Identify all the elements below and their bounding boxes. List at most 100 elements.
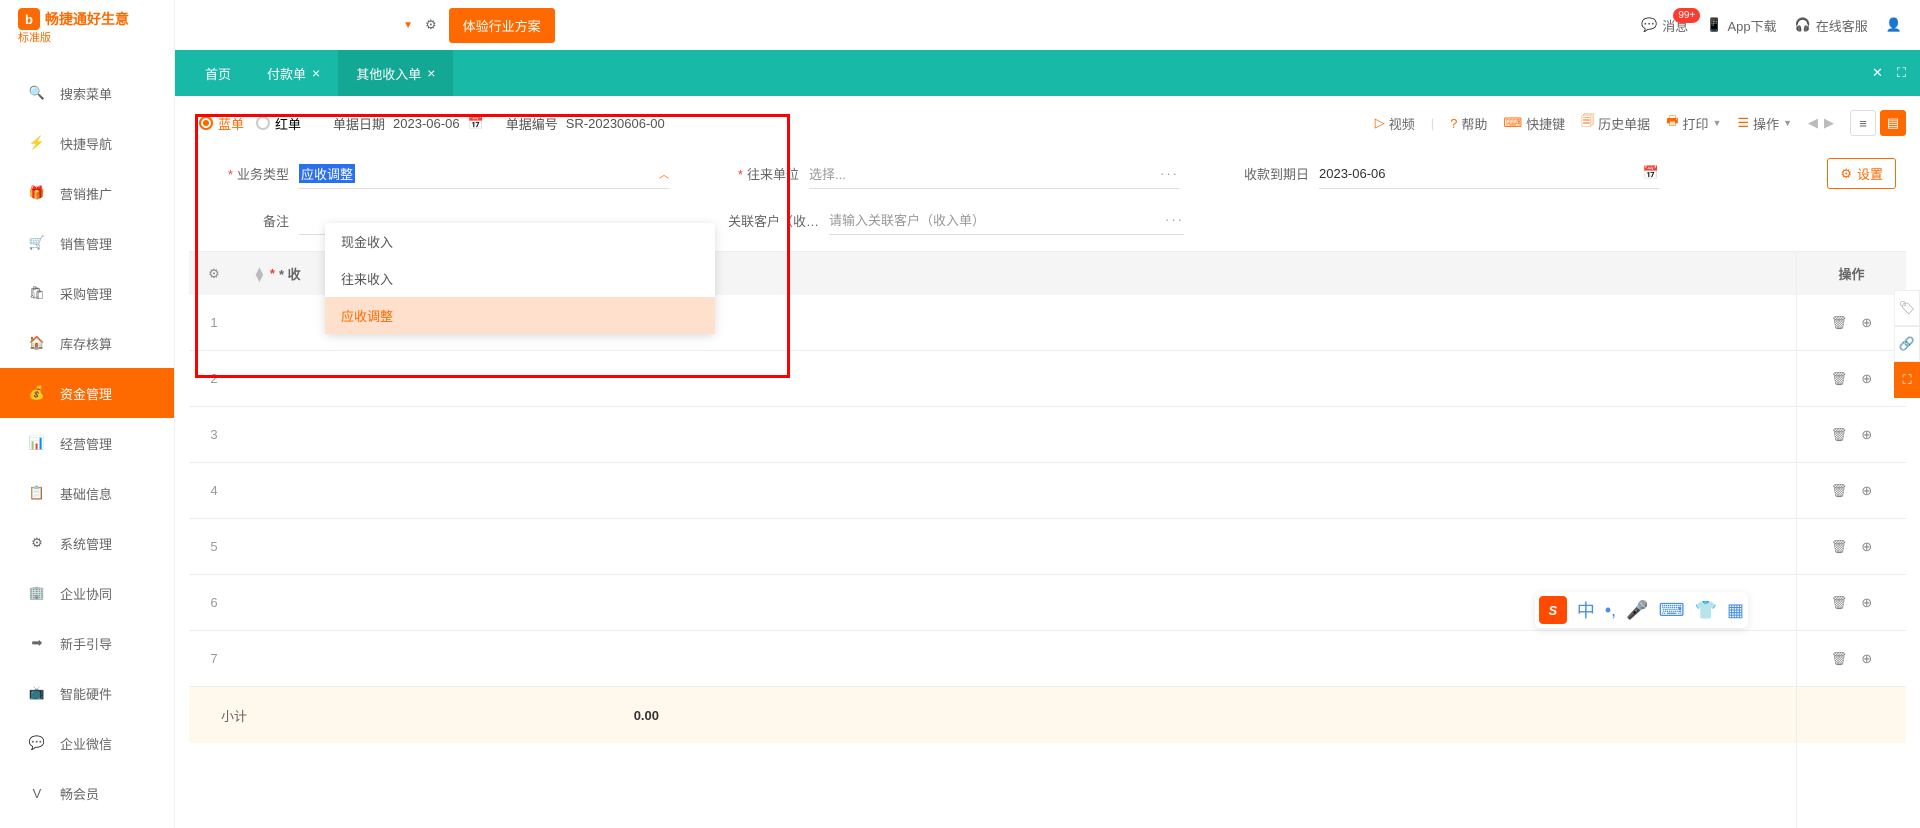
table-row[interactable]: 4 (189, 463, 1796, 519)
dropdown-option-0[interactable]: 现金收入 (325, 223, 715, 260)
ops-row: 🗑⊕ (1797, 519, 1906, 575)
sidebar-item-6[interactable]: 💰资金管理 (0, 368, 174, 418)
copy-icon[interactable]: ⊕ (1861, 483, 1872, 499)
brand-icon: b (18, 8, 40, 30)
sidebar-item-10[interactable]: 🏢企业协同 (0, 568, 174, 618)
prev-arrow[interactable]: ◀ (1808, 115, 1818, 131)
sidebar-item-7[interactable]: 📊经营管理 (0, 418, 174, 468)
nav-label: 快捷导航 (60, 134, 112, 153)
delete-icon[interactable]: 🗑 (1831, 371, 1848, 387)
ime-punct-icon[interactable]: •, (1605, 600, 1616, 621)
sidebar: b 畅捷通好生意 标准版 🔍搜索菜单⚡快捷导航🎁营销推广🛒销售管理🛍采购管理🏠库… (0, 0, 175, 828)
next-arrow[interactable]: ▶ (1824, 115, 1834, 131)
copy-icon[interactable]: ⊕ (1861, 539, 1872, 555)
gear-icon[interactable]: ⚙ (425, 17, 437, 33)
tag-tool[interactable]: 🏷 (1894, 290, 1920, 326)
sidebar-item-12[interactable]: 📺智能硬件 (0, 668, 174, 718)
dropdown-option-1[interactable]: 往来收入 (325, 260, 715, 297)
print-link[interactable]: 🖶打印▼ (1666, 112, 1721, 134)
close-icon[interactable]: × (312, 65, 320, 81)
ops-link[interactable]: ☰操作▼ (1737, 114, 1792, 133)
radio-red[interactable]: 红单 (256, 114, 301, 133)
ime-toolbar: S 中 •, 🎤 ⌨ 👕 ▦ (1535, 592, 1748, 628)
sidebar-item-1[interactable]: ⚡快捷导航 (0, 118, 174, 168)
close-icon[interactable]: × (427, 65, 435, 81)
table-row[interactable]: 7 (189, 631, 1796, 687)
view-form-toggle[interactable]: ▤ (1880, 110, 1906, 136)
more-icon[interactable]: ··· (1165, 212, 1184, 227)
radio-blue[interactable]: 蓝单 (199, 114, 244, 133)
messages-link[interactable]: 💬消息99+ (1641, 16, 1688, 35)
delete-icon[interactable]: 🗑 (1831, 483, 1848, 499)
history-link[interactable]: 🗐历史单据 (1581, 112, 1650, 134)
app-download-link[interactable]: 📱App下载 (1706, 16, 1776, 35)
sidebar-item-3[interactable]: 🛒销售管理 (0, 218, 174, 268)
nav-label: 畅会员 (60, 784, 99, 803)
ime-grid-icon[interactable]: ▦ (1727, 600, 1744, 621)
sidebar-item-5[interactable]: 🏠库存核算 (0, 318, 174, 368)
doc-type-radio-group: 蓝单 红单 (189, 108, 311, 139)
side-tools: 🏷 🔗 ⛶ (1894, 290, 1920, 398)
support-link[interactable]: 🎧在线客服 (1795, 16, 1868, 35)
copy-icon[interactable]: ⊕ (1861, 427, 1872, 443)
copy-icon[interactable]: ⊕ (1861, 371, 1872, 387)
help-link[interactable]: ?帮助 (1450, 114, 1487, 133)
ime-keyboard-icon[interactable]: ⌨ (1659, 600, 1685, 621)
link-tool[interactable]: 🔗 (1894, 326, 1920, 362)
tab-expand-button[interactable]: ⛶ (1897, 65, 1906, 81)
delete-icon[interactable]: 🗑 (1831, 427, 1848, 443)
tab-close-button[interactable]: ✕ (1872, 65, 1883, 81)
table-row[interactable]: 3 (189, 407, 1796, 463)
due-date-input[interactable]: 2023-06-06📅 (1319, 159, 1659, 189)
sidebar-item-0[interactable]: 🔍搜索菜单 (0, 68, 174, 118)
sidebar-item-4[interactable]: 🛍采购管理 (0, 268, 174, 318)
table-row[interactable]: 2 (189, 351, 1796, 407)
table-settings-icon[interactable]: ⚙ (189, 266, 239, 282)
delete-icon[interactable]: 🗑 (1831, 595, 1848, 611)
nav-icon: ⚙ (28, 534, 46, 552)
user-menu[interactable]: 👤 (1886, 17, 1902, 33)
video-link[interactable]: ▷视频 (1375, 114, 1415, 133)
tab-1[interactable]: 付款单× (249, 50, 338, 96)
sidebar-item-13[interactable]: 💬企业微信 (0, 718, 174, 768)
sidebar-item-11[interactable]: ➡新手引导 (0, 618, 174, 668)
copy-icon[interactable]: ⊕ (1861, 651, 1872, 667)
nav-label: 搜索菜单 (60, 84, 112, 103)
phone-icon: 📱 (1706, 17, 1722, 33)
ime-skin-icon[interactable]: 👕 (1695, 600, 1717, 621)
sidebar-item-14[interactable]: V畅会员 (0, 768, 174, 818)
rel-customer-input[interactable]: 请输入关联客户（收入单）··· (829, 205, 1184, 235)
tab-0[interactable]: 首页 (187, 50, 249, 96)
calendar-icon[interactable]: 📅 (468, 115, 484, 131)
chevron-up-icon: ︿ (659, 166, 669, 181)
delete-icon[interactable]: 🗑 (1831, 651, 1848, 667)
ime-logo-icon[interactable]: S (1539, 596, 1567, 624)
copy-icon[interactable]: ⊕ (1861, 595, 1872, 611)
sidebar-item-9[interactable]: ⚙系统管理 (0, 518, 174, 568)
expand-tool[interactable]: ⛶ (1894, 362, 1920, 398)
party-label: 往来单位 (709, 164, 799, 183)
table-row[interactable]: 5 (189, 519, 1796, 575)
trial-button[interactable]: 体验行业方案 (449, 8, 555, 43)
ime-lang[interactable]: 中 (1577, 597, 1595, 623)
ime-mic-icon[interactable]: 🎤 (1626, 600, 1648, 621)
org-selector[interactable]: ▼ (193, 20, 413, 31)
sidebar-item-8[interactable]: 📋基础信息 (0, 468, 174, 518)
hotkey-link[interactable]: ⌨快捷键 (1503, 114, 1565, 133)
tab-2[interactable]: 其他收入单× (338, 50, 453, 96)
view-list-toggle[interactable]: ≡ (1850, 110, 1876, 136)
sidebar-item-2[interactable]: 🎁营销推广 (0, 168, 174, 218)
copy-icon[interactable]: ⊕ (1861, 315, 1872, 331)
calendar-icon[interactable]: 📅 (1643, 165, 1659, 181)
dropdown-option-2[interactable]: 应收调整 (325, 297, 715, 334)
settings-button[interactable]: ⚙设置 (1827, 158, 1896, 189)
nav-icon: 🎁 (28, 184, 46, 202)
biz-type-select[interactable]: 应收调整︿ (299, 159, 669, 189)
delete-icon[interactable]: 🗑 (1831, 315, 1848, 331)
chevron-down-icon: ▼ (1712, 118, 1721, 128)
doc-date-value[interactable]: 2023-06-06 (393, 116, 460, 131)
ops-row: 🗑⊕ (1797, 351, 1906, 407)
more-icon[interactable]: ··· (1160, 166, 1179, 181)
delete-icon[interactable]: 🗑 (1831, 539, 1848, 555)
party-select[interactable]: 选择...··· (809, 159, 1179, 189)
